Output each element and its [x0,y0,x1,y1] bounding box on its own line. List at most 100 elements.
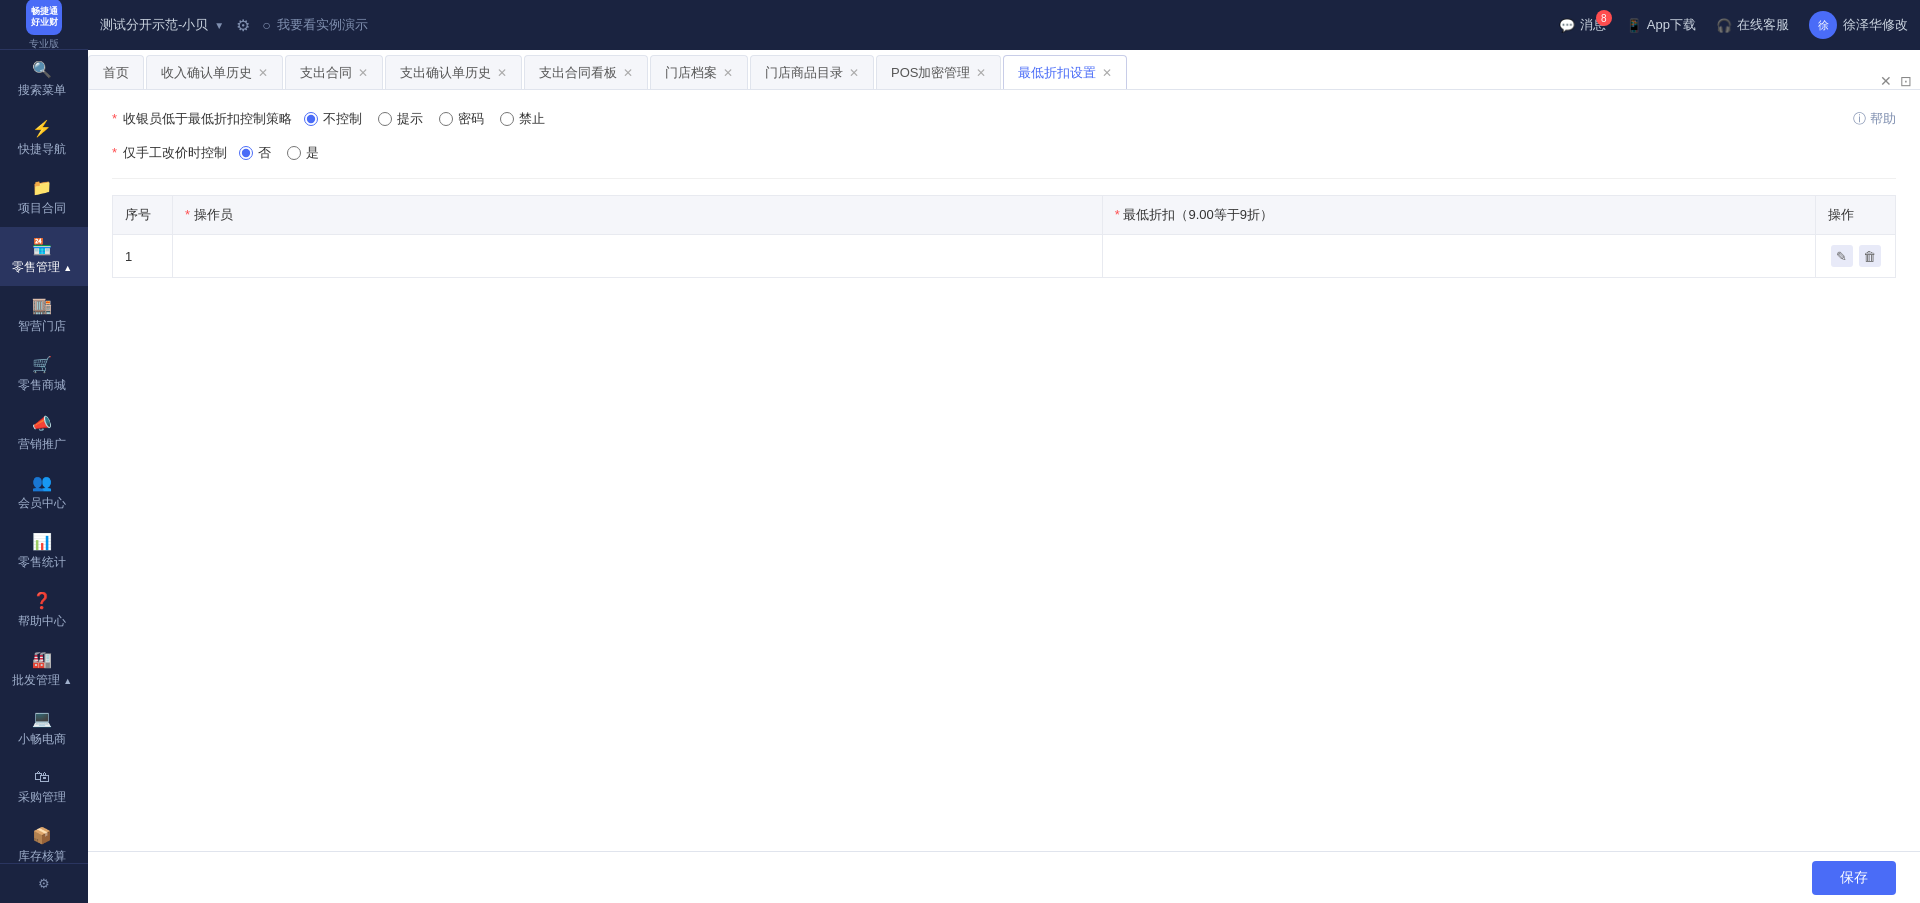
radio-input-strategy-forbid[interactable] [500,112,514,126]
sidebar-settings-button[interactable]: ⚙ [0,863,88,903]
messages-button[interactable]: 💬 消息 8 [1559,16,1606,34]
tab-close-icon[interactable]: ✕ [258,67,268,79]
col-header-discount: * 最低折扣（9.00等于9折） [1102,196,1815,235]
online-service-button[interactable]: 🎧 在线客服 [1716,16,1789,34]
retail-icon: 🏪 [32,237,52,256]
sidebar-item-member[interactable]: 👥会员中心 [0,463,88,522]
ecommerce-label: 小畅电商 [18,731,66,748]
sidebar-item-inventory[interactable]: 📦库存核算 [0,816,88,863]
tab-close-icon[interactable]: ✕ [623,67,633,79]
sidebar-item-online_store[interactable]: 🛒 零售商城 [0,345,88,404]
manual-label: * 仅手工改价时控制 [112,144,227,162]
tab-label: 最低折扣设置 [1018,64,1096,82]
tab-controls: ✕ ⊡ [1872,73,1920,89]
tab-close-icon[interactable]: ✕ [497,67,507,79]
user-menu[interactable]: 徐 徐泽华修改 [1809,11,1908,39]
table-header-row: 序号* 操作员* 最低折扣（9.00等于9折）操作 [113,196,1896,235]
help-button[interactable]: ⓘ 帮助 [1853,110,1896,128]
sidebar-item-wholesale[interactable]: 🏭批发管理 ▲ [0,640,88,699]
delete-row-button[interactable]: 🗑 [1859,245,1881,267]
tab-close-icon[interactable]: ✕ [1102,67,1112,79]
radio-manual-no[interactable]: 否 [239,144,271,162]
help-icon: ❓ [32,591,52,610]
tab-首页[interactable]: 首页 [88,55,144,89]
ecommerce-icon: 💻 [32,709,52,728]
app-download-label: App下载 [1647,16,1696,34]
topbar-settings-button[interactable]: ⚙ [236,16,250,35]
demo-label: 我要看实例演示 [277,16,368,34]
sidebar-item-search[interactable]: 🔍搜索菜单 [0,50,88,109]
radio-strategy-no_control[interactable]: 不控制 [304,110,362,128]
tab-支出合同看板[interactable]: 支出合同看板✕ [524,55,648,89]
form-row-strategy: * 收银员低于最低折扣控制策略 不控制提示密码禁止 [112,110,1896,128]
tab-最低折扣设置[interactable]: 最低折扣设置 ✕ [1003,55,1127,89]
sidebar-item-smart_store[interactable]: 🏬智营门店 [0,286,88,345]
table-section: 序号* 操作员* 最低折扣（9.00等于9折）操作 1 ✎ 🗑 [112,195,1896,278]
topbar-right: 💬 消息 8 📱 App下载 🎧 在线客服 徐 徐泽华修改 [1559,11,1908,39]
sidebar-item-marketing[interactable]: 📣营销推广 [0,404,88,463]
message-icon: 💬 [1559,18,1575,33]
smart_store-icon: 🏬 [32,296,52,315]
tab-close-icon[interactable]: ✕ [723,67,733,79]
tab-收入确认单历史[interactable]: 收入确认单历史 ✕ [146,55,283,89]
radio-input-strategy-no_control[interactable] [304,112,318,126]
project-name: 测试分开示范-小贝 [100,16,208,34]
sidebar-item-shortcut[interactable]: ⚡快捷导航 [0,109,88,168]
project-label: 项目合同 [18,200,66,217]
radio-manual-yes[interactable]: 是 [287,144,319,162]
radio-strategy-password[interactable]: 密码 [439,110,484,128]
tab-label: POS加密管理 [891,64,970,82]
project-selector[interactable]: 测试分开示范-小贝 ▼ [100,16,224,34]
messages-badge: 8 [1596,10,1612,26]
cell-discount [1102,235,1815,278]
sidebar-item-help[interactable]: ❓ 帮助中心 [0,581,88,640]
tab-label: 支出确认单历史 [400,64,491,82]
radio-input-manual-no[interactable] [239,146,253,160]
help-label: 帮助中心 [18,613,66,630]
form-section: ⓘ 帮助 * 收银员低于最低折扣控制策略 不控制提示密码禁止 * 仅手工改价时控… [112,110,1896,179]
sidebar: 畅捷通好业财 专业版 🔍搜索菜单⚡快捷导航📁项目合同🏪零售管理 ▲🏬智营门店🛒零… [0,0,88,903]
tab-支出合同[interactable]: 支出合同✕ [285,55,383,89]
purchase-label: 采购管理 [18,789,66,806]
required-star-2: * [112,145,117,160]
online_store-icon: 🛒 [32,355,52,374]
page-card: ⓘ 帮助 * 收银员低于最低折扣控制策略 不控制提示密码禁止 * 仅手工改价时控… [88,90,1920,851]
radio-strategy-forbid[interactable]: 禁止 [500,110,545,128]
strategy-label: * 收银员低于最低折扣控制策略 [112,110,292,128]
tab-门店档案[interactable]: 门店档案✕ [650,55,748,89]
sidebar-item-stat[interactable]: 📊零售统计 [0,522,88,581]
help-circle-icon: ⓘ [1853,110,1866,128]
tab-close-icon[interactable]: ✕ [849,67,859,79]
cell-action: ✎ 🗑 [1816,235,1896,278]
sidebar-item-ecommerce[interactable]: 💻 小畅电商 [0,699,88,758]
radio-strategy-remind[interactable]: 提示 [378,110,423,128]
edit-row-button[interactable]: ✎ [1831,245,1853,267]
tab-close-button[interactable]: ✕ [1880,73,1892,89]
sidebar-item-purchase[interactable]: 🛍采购管理 [0,758,88,816]
save-button[interactable]: 保存 [1812,861,1896,895]
online_store-label: 零售商城 [18,377,66,394]
radio-input-manual-yes[interactable] [287,146,301,160]
table-row: 1 ✎ 🗑 [113,235,1896,278]
main-area: 测试分开示范-小贝 ▼ ⚙ ○ 我要看实例演示 💬 消息 8 📱 App下载 🎧… [88,0,1920,903]
inventory-icon: 📦 [32,826,52,845]
tab-支出确认单历史[interactable]: 支出确认单历史 ✕ [385,55,522,89]
tab-more-button[interactable]: ⊡ [1900,73,1912,89]
shortcut-icon: ⚡ [32,119,52,138]
tab-门店商品目录[interactable]: 门店商品目录✕ [750,55,874,89]
demo-link[interactable]: ○ 我要看实例演示 [262,16,367,34]
radio-input-strategy-remind[interactable] [378,112,392,126]
tab-close-icon[interactable]: ✕ [976,67,986,79]
sidebar-item-retail[interactable]: 🏪零售管理 ▲ [0,227,88,286]
member-label: 会员中心 [18,495,66,512]
tab-label: 收入确认单历史 [161,64,252,82]
help-label: 帮助 [1870,110,1896,128]
radio-input-strategy-password[interactable] [439,112,453,126]
col-header-seq: 序号 [113,196,173,235]
sidebar-item-project[interactable]: 📁项目合同 [0,168,88,227]
tab-close-icon[interactable]: ✕ [358,67,368,79]
tab-POS加密管理[interactable]: POS加密管理 ✕ [876,55,1001,89]
app-download-button[interactable]: 📱 App下载 [1626,16,1696,34]
content-area: ⓘ 帮助 * 收银员低于最低折扣控制策略 不控制提示密码禁止 * 仅手工改价时控… [88,90,1920,851]
form-row-manual: * 仅手工改价时控制 否是 [112,144,1896,162]
